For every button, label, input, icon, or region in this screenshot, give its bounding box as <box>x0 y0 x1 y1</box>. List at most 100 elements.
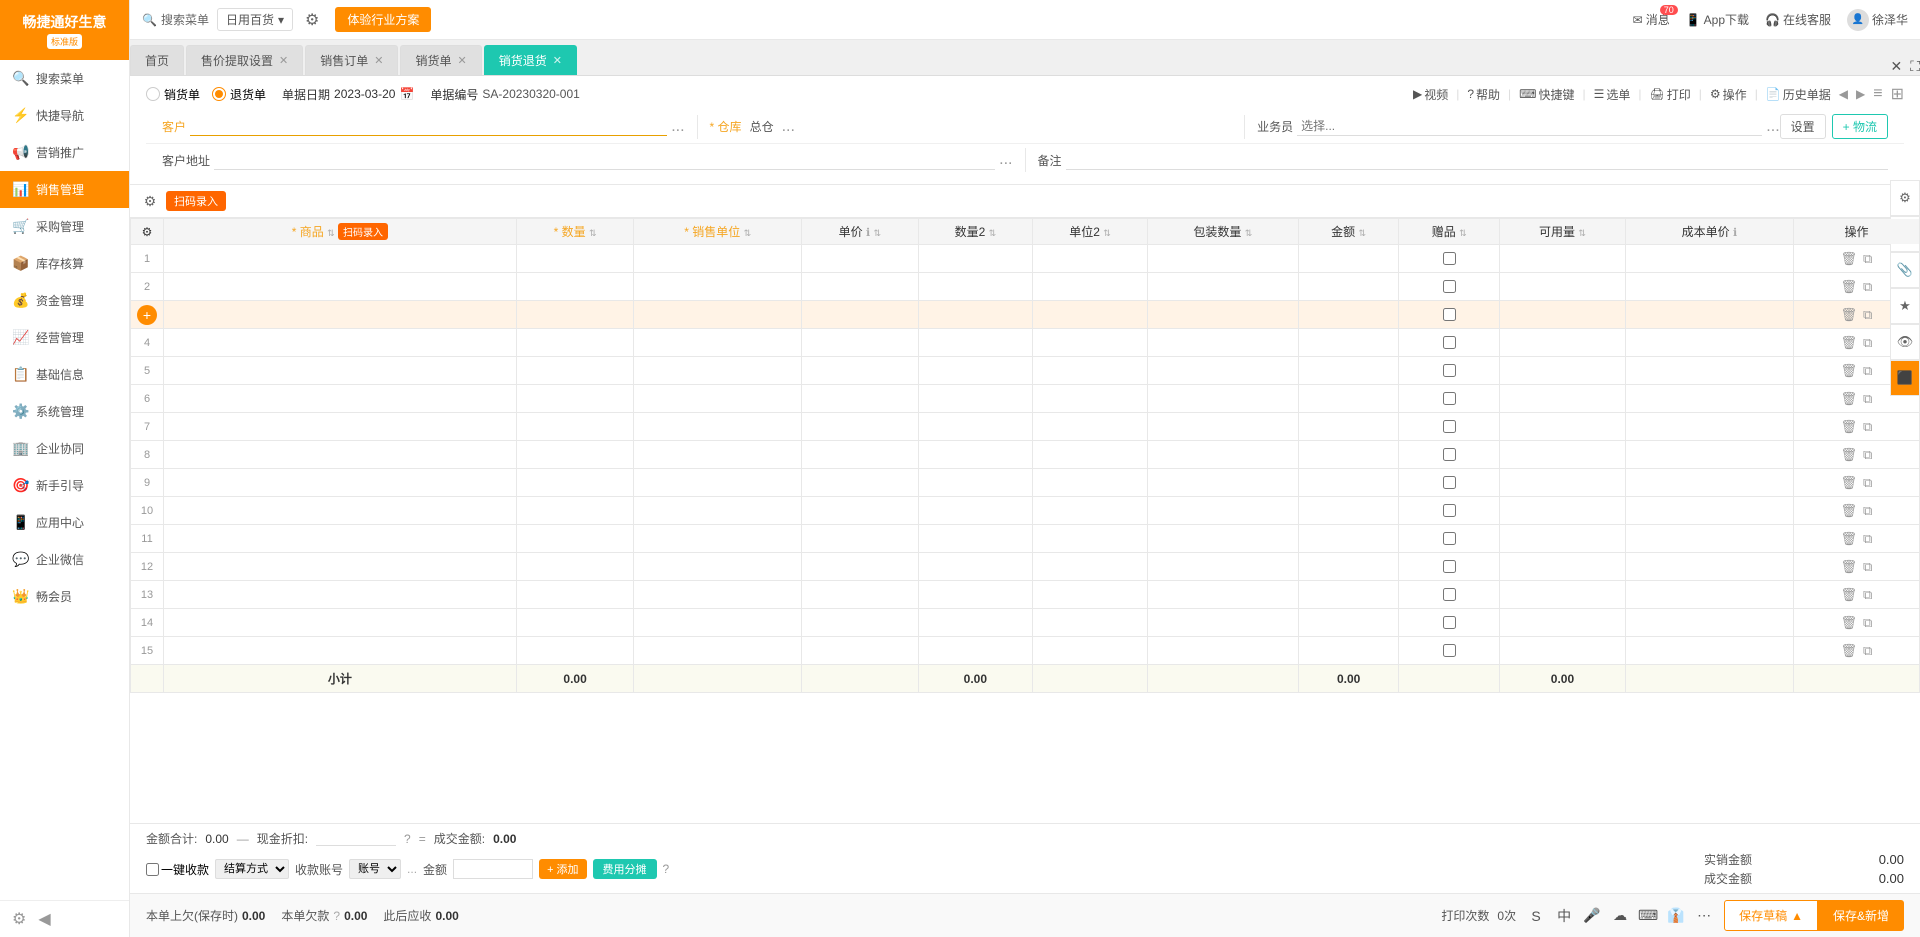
row-cost[interactable] <box>1625 245 1793 273</box>
row-pkg[interactable] <box>1147 245 1298 273</box>
copy-row-icon[interactable]: ⧉ <box>1863 391 1872 407</box>
add-row-btn[interactable]: + <box>137 305 157 325</box>
discount-help-icon[interactable]: ? <box>404 832 411 846</box>
gift-checkbox[interactable] <box>1443 308 1456 321</box>
copy-row-icon[interactable]: ⧉ <box>1863 279 1872 295</box>
nav-next-icon[interactable]: ▶ <box>1856 87 1865 101</box>
expense-split-btn[interactable]: 费用分摊 <box>593 859 657 879</box>
nav-prev-icon[interactable]: ◀ <box>1839 87 1848 101</box>
search-menu-btn[interactable]: 🔍 搜索菜单 <box>142 11 209 28</box>
discount-input[interactable] <box>316 831 396 846</box>
tab-sale-return[interactable]: 销货退货 ✕ <box>484 45 577 75</box>
customer-dots[interactable]: ... <box>671 118 684 136</box>
col-settings-icon[interactable]: ⚙ <box>142 225 153 239</box>
history-btn[interactable]: 📄 历史单据 <box>1766 86 1831 103</box>
pkg-sort-icon[interactable]: ⇅ <box>1245 228 1253 238</box>
row-qty[interactable] <box>516 245 633 273</box>
expense-help-icon[interactable]: ? <box>663 862 670 876</box>
daily-goods-selector[interactable]: 日用百货 ▾ <box>217 8 293 31</box>
more-icon[interactable]: ⋯ <box>1692 904 1716 928</box>
row-amount[interactable] <box>1298 273 1399 301</box>
radio-return[interactable]: 退货单 <box>212 86 266 103</box>
row-gift[interactable] <box>1399 301 1500 329</box>
settings-form-btn[interactable]: 设置 <box>1780 114 1826 139</box>
row-product[interactable] <box>164 245 517 273</box>
sidebar-item-wechat[interactable]: 💬 企业微信 <box>0 541 129 578</box>
row-qty[interactable] <box>516 301 633 329</box>
payment-amount-input[interactable] <box>453 859 533 879</box>
row-pkg[interactable] <box>1147 273 1298 301</box>
sidebar-item-operations[interactable]: 📈 经营管理 <box>0 319 129 356</box>
online-service-btn[interactable]: 🎧 在线客服 <box>1765 11 1831 28</box>
delete-row-icon[interactable]: 🗑 <box>1841 503 1858 519</box>
row-price[interactable] <box>802 245 918 273</box>
gift-checkbox[interactable] <box>1443 476 1456 489</box>
copy-row-icon[interactable]: ⧉ <box>1863 307 1872 323</box>
gift-checkbox[interactable] <box>1443 560 1456 573</box>
row-avail[interactable] <box>1500 273 1626 301</box>
row-unit[interactable] <box>634 245 802 273</box>
right-settings-btn[interactable]: ⚙ <box>1890 180 1920 216</box>
row-qty2[interactable] <box>918 273 1033 301</box>
operate-btn[interactable]: ⚙ 操作 <box>1710 86 1747 103</box>
delete-row-icon[interactable]: 🗑 <box>1841 587 1858 603</box>
gift-checkbox[interactable] <box>1443 252 1456 265</box>
unit2-sort-icon[interactable]: ⇅ <box>1103 228 1111 238</box>
address-dots[interactable]: ... <box>999 151 1012 169</box>
calc-method-select[interactable]: 结算方式 <box>215 859 289 879</box>
sidebar-item-search[interactable]: 🔍 搜索菜单 <box>0 60 129 97</box>
delete-row-icon[interactable]: 🗑 <box>1841 279 1858 295</box>
row-qty2[interactable] <box>918 301 1033 329</box>
save-new-btn[interactable]: 保存&新增 <box>1818 900 1904 931</box>
address-input[interactable] <box>214 151 995 170</box>
row-avail[interactable] <box>1500 245 1626 273</box>
sidebar-collapse-icon[interactable]: ◀ <box>38 909 50 929</box>
delete-row-icon[interactable]: 🗑 <box>1841 447 1858 463</box>
copy-row-icon[interactable]: ⧉ <box>1863 419 1872 435</box>
delete-row-icon[interactable]: 🗑 <box>1841 419 1858 435</box>
one-click-payment-checkbox[interactable]: 一键收款 <box>146 861 209 878</box>
row-product[interactable] <box>164 273 517 301</box>
qty2-sort-icon[interactable]: ⇅ <box>989 228 997 238</box>
row-unit2[interactable] <box>1033 245 1148 273</box>
account-select[interactable]: 账号 <box>349 859 401 879</box>
user-menu-btn[interactable]: 👤 徐泽华 <box>1847 9 1908 31</box>
row-gift[interactable] <box>1399 245 1500 273</box>
experience-btn[interactable]: 体验行业方案 <box>335 7 431 32</box>
app-download-btn[interactable]: 📱 App下载 <box>1686 11 1749 28</box>
single-debt-help[interactable]: ? <box>333 909 340 923</box>
tab-sale-delivery[interactable]: 销货单 ✕ <box>400 45 481 75</box>
copy-row-icon[interactable]: ⧉ <box>1863 531 1872 547</box>
row-gift[interactable] <box>1399 273 1500 301</box>
gift-checkbox[interactable] <box>1443 504 1456 517</box>
row-qty2[interactable] <box>918 245 1033 273</box>
row-price[interactable] <box>802 301 918 329</box>
delete-row-icon[interactable]: 🗑 <box>1841 391 1858 407</box>
sidebar-item-inventory[interactable]: 📦 库存核算 <box>0 245 129 282</box>
row-amount[interactable] <box>1298 245 1399 273</box>
sidebar-item-appcenter[interactable]: 📱 应用中心 <box>0 504 129 541</box>
gift-sort-icon[interactable]: ⇅ <box>1459 228 1467 238</box>
radio-delivery[interactable]: 销货单 <box>146 86 200 103</box>
tab-close-icon[interactable]: ✕ <box>553 54 562 67</box>
row-qty[interactable] <box>516 273 633 301</box>
row-unit[interactable] <box>634 301 802 329</box>
copy-row-icon[interactable]: ⧉ <box>1863 643 1872 659</box>
right-view-btn[interactable]: 👁 <box>1890 324 1920 360</box>
delete-row-icon[interactable]: 🗑 <box>1841 251 1858 267</box>
row-pkg[interactable] <box>1147 301 1298 329</box>
avail-sort-icon[interactable]: ⇅ <box>1578 228 1586 238</box>
copy-row-icon[interactable]: ⧉ <box>1863 447 1872 463</box>
qty-sort-icon[interactable]: ⇅ <box>589 228 597 238</box>
sidebar-item-newguide[interactable]: 🎯 新手引导 <box>0 467 129 504</box>
sidebar-item-enterprise[interactable]: 🏢 企业协同 <box>0 430 129 467</box>
row-cost[interactable] <box>1625 273 1793 301</box>
tab-sale-order[interactable]: 销售订单 ✕ <box>305 45 398 75</box>
delete-row-icon[interactable]: 🗑 <box>1841 643 1858 659</box>
sidebar-item-marketing[interactable]: 📢 营销推广 <box>0 134 129 171</box>
gift-checkbox[interactable] <box>1443 532 1456 545</box>
row-amount[interactable] <box>1298 301 1399 329</box>
date-value[interactable]: 2023-03-20 <box>334 87 395 101</box>
row-price[interactable] <box>802 273 918 301</box>
gift-checkbox[interactable] <box>1443 364 1456 377</box>
